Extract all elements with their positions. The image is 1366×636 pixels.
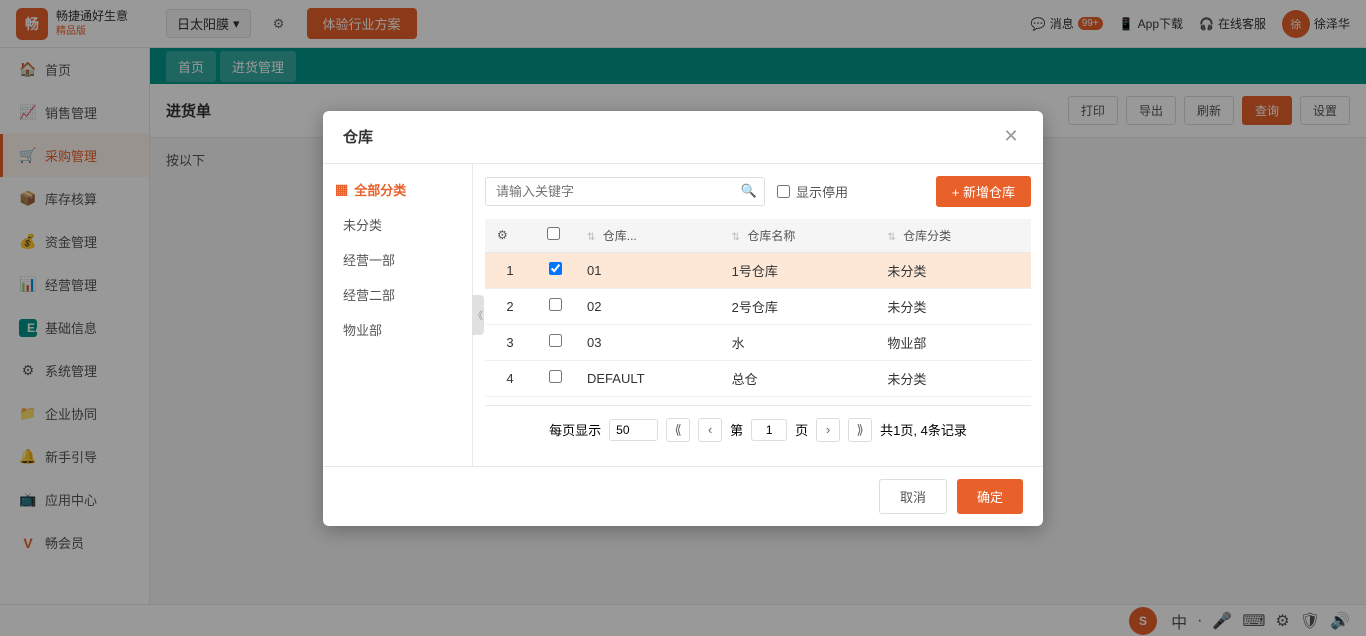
table-row[interactable]: 1 01 1号仓库 未分类	[485, 252, 1031, 288]
modal-body: ▦ 全部分类 未分类 经营一部 经营二部 物业部 《 🔍	[323, 164, 1043, 466]
row-code: 01	[575, 252, 720, 288]
pagination: 每页显示 50 10 20 100 ⟪ ‹ 第 页 ›	[485, 405, 1031, 454]
row-name: 水	[720, 324, 876, 360]
select-all-checkbox[interactable]	[547, 227, 560, 240]
category-item-property[interactable]: 物业部	[323, 312, 472, 347]
table-row[interactable]: 4 DEFAULT 总仓 未分类	[485, 360, 1031, 396]
row-checkbox[interactable]	[549, 370, 562, 383]
row-code: DEFAULT	[575, 360, 720, 396]
row-category: 未分类	[875, 252, 1031, 288]
category-item-ops2[interactable]: 经营二部	[323, 277, 472, 312]
table-row[interactable]: 2 02 2号仓库 未分类	[485, 288, 1031, 324]
col-index: ⚙	[485, 219, 535, 253]
sort-name-icon[interactable]: ⇅	[732, 232, 740, 243]
row-index: 3	[485, 324, 535, 360]
page-size-select[interactable]: 50 10 20 100	[609, 419, 658, 441]
col-category: ⇅ 仓库分类	[875, 219, 1031, 253]
table-row[interactable]: 3 03 水 物业部	[485, 324, 1031, 360]
row-checkbox-cell[interactable]	[535, 324, 575, 360]
category-item-ops1[interactable]: 经营一部	[323, 242, 472, 277]
search-bar: 🔍 显示停用 + 新增仓库	[485, 176, 1031, 207]
row-code: 02	[575, 288, 720, 324]
row-checkbox-cell[interactable]	[535, 252, 575, 288]
add-warehouse-button[interactable]: + 新增仓库	[936, 176, 1031, 207]
grid-icon: ▦	[335, 181, 348, 198]
show-disabled-checkbox[interactable]	[777, 185, 790, 198]
category-item-uncategorized[interactable]: 未分类	[323, 207, 472, 242]
category-all[interactable]: ▦ 全部分类	[323, 172, 472, 207]
first-page-button[interactable]: ⟪	[666, 418, 690, 442]
per-page-dropdown[interactable]: 50 10 20 100	[609, 419, 658, 441]
row-code: 03	[575, 324, 720, 360]
content-panel: 🔍 显示停用 + 新增仓库 ⚙	[473, 164, 1043, 466]
category-panel: ▦ 全部分类 未分类 经营一部 经营二部 物业部 《	[323, 164, 473, 466]
show-disabled-label[interactable]: 显示停用	[777, 182, 848, 201]
modal-header: 仓库 ✕	[323, 111, 1043, 164]
gear-col-icon[interactable]: ⚙	[497, 228, 508, 242]
row-checkbox[interactable]	[549, 262, 562, 275]
row-name: 1号仓库	[720, 252, 876, 288]
warehouse-table: ⚙ ⇅ 仓库... ⇅ 仓库名称	[485, 219, 1031, 397]
row-name: 总仓	[720, 360, 876, 396]
search-input-wrap: 🔍	[485, 177, 765, 206]
row-category: 物业部	[875, 324, 1031, 360]
col-code: ⇅ 仓库...	[575, 219, 720, 253]
table-header: ⚙ ⇅ 仓库... ⇅ 仓库名称	[485, 219, 1031, 253]
row-checkbox[interactable]	[549, 298, 562, 311]
modal-title: 仓库	[343, 126, 373, 147]
row-category: 未分类	[875, 360, 1031, 396]
row-checkbox-cell[interactable]	[535, 288, 575, 324]
modal-overlay: 仓库 ✕ ▦ 全部分类 未分类 经营一部 经营二部 物业部 《	[0, 0, 1366, 636]
prev-page-button[interactable]: ‹	[698, 418, 722, 442]
search-input[interactable]	[485, 177, 765, 206]
row-category: 未分类	[875, 288, 1031, 324]
row-index: 2	[485, 288, 535, 324]
search-icon[interactable]: 🔍	[741, 183, 757, 199]
last-page-button[interactable]: ⟫	[848, 418, 872, 442]
next-page-button[interactable]: ›	[816, 418, 840, 442]
warehouse-modal: 仓库 ✕ ▦ 全部分类 未分类 经营一部 经营二部 物业部 《	[323, 111, 1043, 526]
row-index: 4	[485, 360, 535, 396]
confirm-button[interactable]: 确定	[957, 479, 1023, 514]
col-name: ⇅ 仓库名称	[720, 219, 876, 253]
row-checkbox-cell[interactable]	[535, 360, 575, 396]
modal-close-button[interactable]: ✕	[999, 125, 1023, 149]
page-number-input[interactable]	[751, 419, 787, 441]
row-checkbox[interactable]	[549, 334, 562, 347]
sort-cat-icon[interactable]: ⇅	[887, 232, 895, 243]
col-check	[535, 219, 575, 253]
modal-footer: 取消 确定	[323, 466, 1043, 526]
row-index: 1	[485, 252, 535, 288]
row-name: 2号仓库	[720, 288, 876, 324]
sort-code-icon[interactable]: ⇅	[587, 232, 595, 243]
table-body: 1 01 1号仓库 未分类 2 02 2号仓库 未分类 3 03 水 物业部 4	[485, 252, 1031, 396]
panel-collapse-button[interactable]: 《	[472, 295, 484, 335]
cancel-button[interactable]: 取消	[879, 479, 947, 514]
